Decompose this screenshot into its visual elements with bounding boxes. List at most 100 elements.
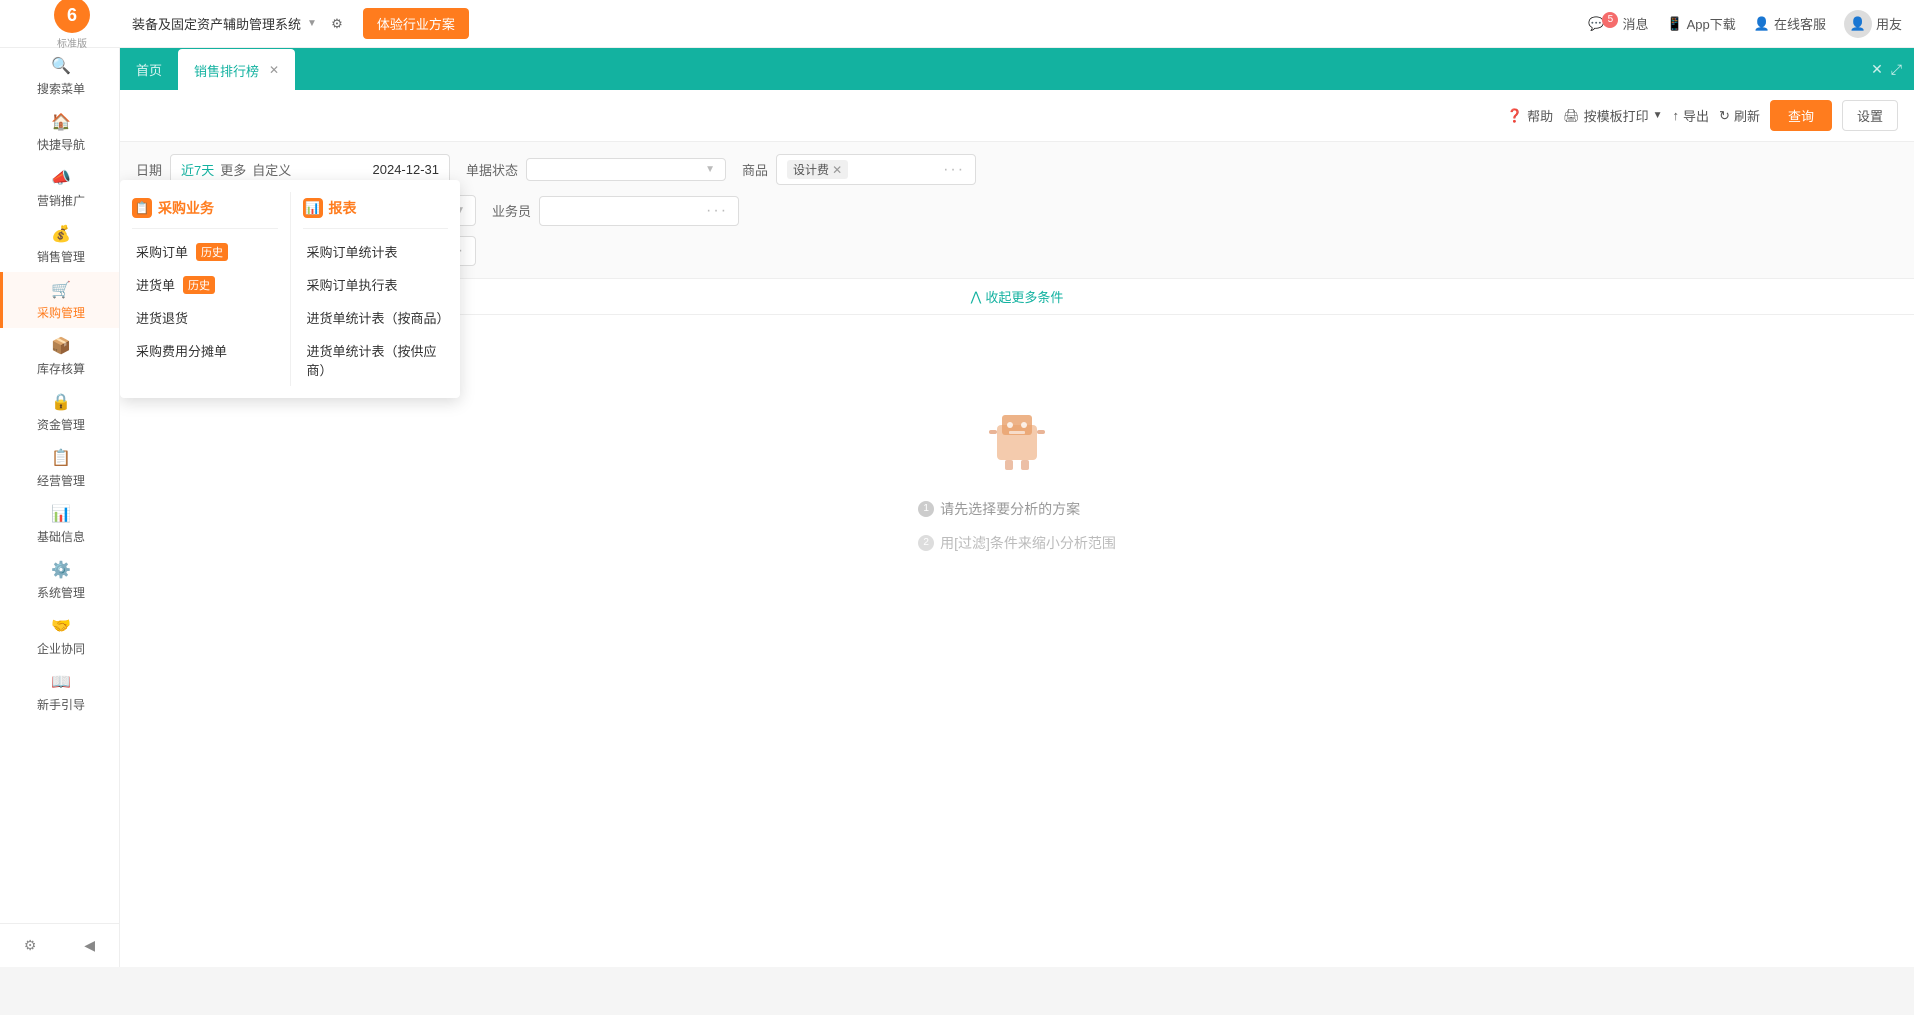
refresh-label: 刷新	[1734, 106, 1760, 125]
status-label: 单据状态	[466, 160, 518, 179]
industry-button[interactable]: 体验行业方案	[363, 8, 469, 39]
sidebar-label-purchase: 采购管理	[37, 304, 85, 321]
sidebar-item-purchase[interactable]: 🛒 采购管理	[0, 272, 119, 328]
help-btn[interactable]: ❓ 帮助	[1507, 106, 1553, 125]
logo-area: 6 标准版	[12, 0, 132, 50]
goods-more-icon[interactable]: ···	[943, 161, 965, 179]
tab-sales-rank-label: 销售排行榜	[194, 61, 259, 80]
date-preset-custom[interactable]: 自定义	[252, 160, 291, 179]
expense-item[interactable]: 采购费用分摊单	[132, 334, 278, 367]
sidebar-item-finance[interactable]: 🔒 资金管理	[0, 384, 119, 440]
sidebar-item-basic[interactable]: 📊 基础信息	[0, 496, 119, 552]
tab-expand-icon[interactable]: ⤢	[1891, 61, 1902, 78]
system-selector[interactable]: 装备及固定资产辅助管理系统 ▼	[132, 14, 317, 33]
receipt-stat-goods-item[interactable]: 进货单统计表（按商品）	[303, 301, 449, 334]
sidebar-settings-btn[interactable]: ⚙	[24, 937, 37, 954]
tab-home-label: 首页	[136, 60, 162, 79]
empty-hint-1: 请先选择要分析的方案	[940, 495, 1080, 523]
goods-input[interactable]: 设计费 ✕ ···	[776, 154, 976, 185]
operations-icon: 📋	[51, 448, 71, 468]
user-menu-btn[interactable]: 👤 用友	[1844, 10, 1902, 38]
collapse-button[interactable]: ⋀ 收起更多条件	[971, 287, 1064, 306]
salesman-label: 业务员	[492, 201, 531, 220]
filter-toolbar: ❓ 帮助 🖨 按模板打印 ▼ ↑ 导出 ↻ 刷新 查询 设置	[120, 90, 1914, 142]
sidebar-collapse-btn[interactable]: ◀	[84, 937, 95, 954]
report-col-icon: 📊	[303, 198, 323, 218]
expense-label: 采购费用分摊单	[136, 341, 227, 360]
tabbar: 首页 销售排行榜 ✕ ✕ ⤢	[120, 48, 1914, 90]
print-btn[interactable]: 🖨 按模板打印 ▼	[1563, 106, 1662, 125]
status-input[interactable]: ▼	[526, 158, 726, 181]
purchase-business-col: 📋 采购业务 采购订单 历史 进货单 历史 进货退货	[120, 192, 291, 386]
gear-icon[interactable]: ⚙	[323, 10, 351, 38]
dropdown-cols: 📋 采购业务 采购订单 历史 进货单 历史 进货退货	[120, 192, 460, 386]
collapse-label: 收起更多条件	[985, 287, 1063, 306]
goods-tag-value: 设计费	[793, 161, 829, 178]
goods-tag: 设计费 ✕	[787, 160, 848, 179]
receipt-stat-supplier-item[interactable]: 进货单统计表（按供应商）	[303, 334, 449, 386]
tab-home[interactable]: 首页	[120, 48, 178, 90]
sidebar-label-operations: 经营管理	[37, 472, 85, 489]
export-label: 导出	[1683, 106, 1709, 125]
query-button[interactable]: 查询	[1770, 100, 1832, 131]
return-label: 进货退货	[136, 308, 188, 327]
goods-tag-remove[interactable]: ✕	[832, 163, 842, 177]
refresh-icon: ↻	[1719, 108, 1730, 124]
sidebar-label-system: 系统管理	[37, 584, 85, 601]
content-area: ❓ 帮助 🖨 按模板打印 ▼ ↑ 导出 ↻ 刷新 查询 设置	[120, 90, 1914, 967]
sidebar-item-inventory[interactable]: 📦 库存核算	[0, 328, 119, 384]
help-label: 帮助	[1527, 106, 1553, 125]
empty-text: 1 请先选择要分析的方案 2 用[过滤]条件来缩小分析范围	[918, 495, 1116, 557]
purchase-dropdown-menu: 📋 采购业务 采购订单 历史 进货单 历史 进货退货	[120, 180, 460, 398]
inventory-icon: 📦	[51, 336, 71, 356]
finance-icon: 🔒	[51, 392, 71, 412]
sidebar-item-guide[interactable]: 📖 新手引导	[0, 664, 119, 720]
date-label: 日期	[136, 160, 162, 179]
collab-icon: 🤝	[51, 616, 71, 636]
purchase-order-history-badge: 历史	[196, 243, 228, 261]
phone-icon: 📱	[1666, 16, 1682, 32]
logo-icon: 6	[54, 0, 90, 33]
message-btn[interactable]: 💬 5 消息	[1588, 14, 1648, 33]
salesman-input[interactable]: ···	[539, 196, 739, 226]
refresh-btn[interactable]: ↻ 刷新	[1719, 106, 1760, 125]
online-service-btn[interactable]: 👤 在线客服	[1754, 14, 1826, 33]
receipt-item[interactable]: 进货单 历史	[132, 268, 278, 301]
po-exec-item[interactable]: 采购订单执行表	[303, 268, 449, 301]
sidebar-item-marketing[interactable]: 📣 营销推广	[0, 160, 119, 216]
purchase-report-col: 📊 报表 采购订单统计表 采购订单执行表 进货单统计表（按商品） 进货单统计表（…	[291, 192, 461, 386]
topbar: 6 标准版 装备及固定资产辅助管理系统 ▼ ⚙ 体验行业方案 💬 5 消息 📱 …	[0, 0, 1914, 48]
po-stat-item[interactable]: 采购订单统计表	[303, 235, 449, 268]
purchase-order-item[interactable]: 采购订单 历史	[132, 235, 278, 268]
filter-status: 单据状态 ▼	[466, 158, 726, 181]
settings-button[interactable]: 设置	[1842, 100, 1898, 131]
tab-sales-rank[interactable]: 销售排行榜 ✕	[178, 49, 295, 91]
date-preset-more[interactable]: 更多	[214, 160, 252, 179]
date-preset-7d[interactable]: 近7天	[181, 160, 214, 179]
home-icon: 🏠	[51, 112, 71, 132]
return-item[interactable]: 进货退货	[132, 301, 278, 334]
sidebar-item-search[interactable]: 🔍 搜索菜单	[0, 48, 119, 104]
tab-close-icon[interactable]: ✕	[269, 63, 279, 77]
system-icon: ⚙️	[51, 560, 71, 580]
print-arrow-icon: ▼	[1653, 110, 1663, 121]
sidebar-label-search: 搜索菜单	[37, 80, 85, 97]
purchase-order-label: 采购订单	[136, 242, 188, 261]
sidebar-item-collab[interactable]: 🤝 企业协同	[0, 608, 119, 664]
export-btn[interactable]: ↑ 导出	[1673, 106, 1710, 125]
sidebar-item-quick[interactable]: 🏠 快捷导航	[0, 104, 119, 160]
sidebar-label-inventory: 库存核算	[37, 360, 85, 377]
sidebar-item-sales[interactable]: 💰 销售管理	[0, 216, 119, 272]
app-download-btn[interactable]: 📱 App下载	[1666, 14, 1735, 33]
goods-label: 商品	[742, 160, 768, 179]
tab-close-all-icon[interactable]: ✕	[1871, 61, 1883, 78]
sidebar-item-operations[interactable]: 📋 经营管理	[0, 440, 119, 496]
print-label: 按模板打印	[1584, 106, 1649, 125]
sidebar-item-system[interactable]: ⚙️ 系统管理	[0, 552, 119, 608]
purchase-business-header: 📋 采购业务	[132, 192, 278, 229]
salesman-more-icon[interactable]: ···	[706, 202, 728, 220]
message-badge: 5	[1602, 12, 1618, 28]
receipt-stat-goods-label: 进货单统计表（按商品）	[307, 308, 445, 327]
topbar-right: 💬 5 消息 📱 App下载 👤 在线客服 👤 用友	[1588, 10, 1902, 38]
purchase-icon: 🛒	[51, 280, 71, 300]
